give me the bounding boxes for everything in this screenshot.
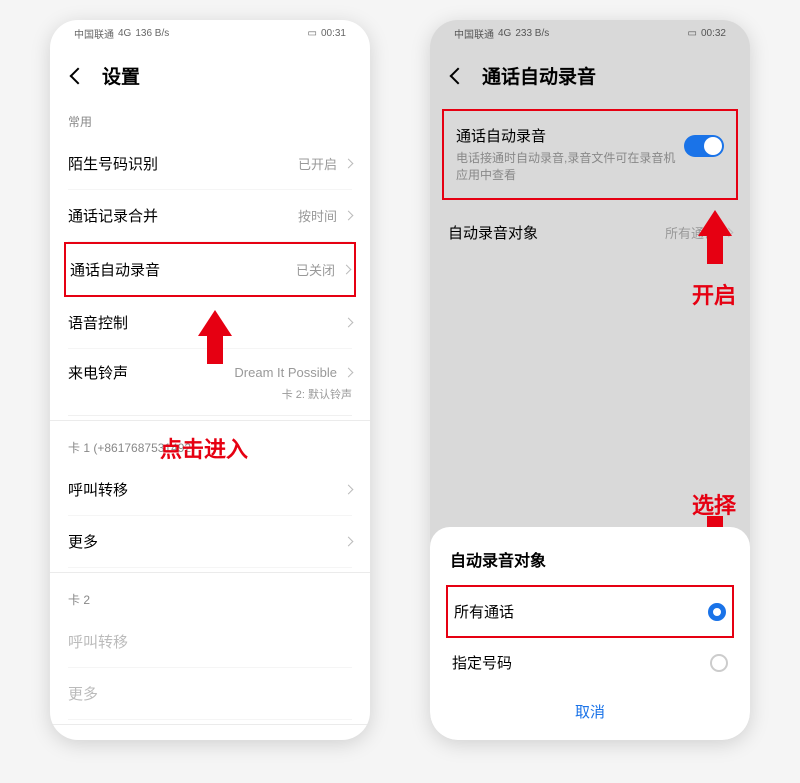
row-value: Dream It Possible	[234, 365, 352, 380]
row-label: 呼叫转移	[68, 479, 128, 500]
carrier: 中国联通	[74, 26, 114, 41]
chevron-right-icon	[344, 485, 354, 495]
clock: 00:31	[321, 28, 346, 39]
highlight-auto-record: 通话自动录音 已关闭	[64, 242, 356, 297]
chevron-right-icon	[344, 318, 354, 328]
highlight-auto-record-toggle: 通话自动录音 电话接通时自动录音,录音文件可在录音机应用中查看	[442, 109, 738, 200]
row-value	[341, 319, 352, 326]
chevron-right-icon	[724, 227, 734, 237]
row-value: 已关闭	[296, 260, 350, 279]
toggle-switch[interactable]	[684, 135, 724, 157]
row-label: 语音控制	[68, 312, 128, 333]
row-sim2-forward: 呼叫转移	[68, 616, 352, 668]
row-auto-record[interactable]: 通话自动录音 已关闭	[70, 244, 350, 295]
row-label: 通话自动录音	[456, 125, 684, 146]
carrier: 中国联通	[454, 26, 494, 41]
back-icon[interactable]	[448, 67, 466, 85]
section-label-other: 其他	[68, 729, 352, 740]
row-value: 所有通话	[665, 223, 732, 242]
row-label: 自动录音对象	[448, 222, 538, 243]
option-specific-number[interactable]: 指定号码	[450, 638, 730, 687]
header: 通话自动录音	[430, 46, 750, 99]
row-label: 通话记录合并	[68, 205, 158, 226]
row-record-target[interactable]: 自动录音对象 所有通话	[442, 210, 738, 255]
chevron-right-icon	[344, 368, 354, 378]
row-value: 已开启	[298, 154, 352, 173]
chevron-right-icon	[344, 159, 354, 169]
row-sub: 卡 2: 默认铃声	[68, 386, 352, 402]
row-label: 来电铃声	[68, 362, 128, 383]
network-icon: 4G	[118, 28, 131, 39]
header: 设置	[50, 46, 370, 99]
row-merge-log[interactable]: 通话记录合并 按时间	[68, 190, 352, 242]
radio-selected-icon	[708, 603, 726, 621]
battery-icon: ▭	[308, 28, 317, 39]
chevron-right-icon	[342, 265, 352, 275]
net-speed: 233 B/s	[515, 28, 549, 39]
annotation-text: 选择	[692, 488, 736, 520]
annotation-text: 开启	[692, 278, 736, 310]
network-icon: 4G	[498, 28, 511, 39]
net-speed: 136 B/s	[135, 28, 169, 39]
clock: 00:32	[701, 28, 726, 39]
right-screenshot: 中国联通 4G 233 B/s ▭ 00:32 通话自动录音 通话自动录音 电话…	[430, 20, 750, 740]
left-screenshot: 中国联通 4G 136 B/s ▭ 00:31 设置 常用 陌生号码识别 已开启…	[50, 20, 370, 740]
sheet-title: 自动录音对象	[450, 547, 730, 571]
chevron-right-icon	[344, 537, 354, 547]
row-sim2-more: 更多	[68, 668, 352, 720]
section-label-sim2: 卡 2	[68, 577, 352, 616]
back-icon[interactable]	[68, 67, 86, 85]
bottom-sheet: 自动录音对象 所有通话 指定号码 取消	[430, 527, 750, 740]
battery-icon: ▭	[688, 28, 697, 39]
option-label: 所有通话	[454, 601, 514, 622]
option-all-calls[interactable]: 所有通话	[452, 587, 728, 636]
radio-unselected-icon	[710, 654, 728, 672]
row-label: 陌生号码识别	[68, 153, 158, 174]
row-label: 通话自动录音	[70, 259, 160, 280]
row-label: 更多	[68, 683, 98, 704]
row-value: 按时间	[298, 206, 352, 225]
section-label-sim1: 卡 1 (+8617687531492)	[68, 425, 352, 464]
page-title: 设置	[102, 62, 140, 89]
row-label: 呼叫转移	[68, 631, 128, 652]
status-bar: 中国联通 4G 233 B/s ▭ 00:32	[430, 20, 750, 46]
row-voice-control[interactable]: 语音控制	[68, 297, 352, 349]
row-unknown-id[interactable]: 陌生号码识别 已开启	[68, 138, 352, 190]
chevron-right-icon	[344, 211, 354, 221]
row-sim1-forward[interactable]: 呼叫转移	[68, 464, 352, 516]
option-label: 指定号码	[452, 652, 512, 673]
status-bar: 中国联通 4G 136 B/s ▭ 00:31	[50, 20, 370, 46]
highlight-option-all: 所有通话	[446, 585, 734, 638]
row-ringtone[interactable]: 来电铃声 Dream It Possible 卡 2: 默认铃声	[68, 349, 352, 416]
section-label-common: 常用	[68, 99, 352, 138]
page-title: 通话自动录音	[482, 62, 596, 89]
cancel-button[interactable]: 取消	[450, 687, 730, 724]
row-sim1-more[interactable]: 更多	[68, 516, 352, 568]
row-auto-record-toggle[interactable]: 通话自动录音 电话接通时自动录音,录音文件可在录音机应用中查看	[450, 113, 730, 196]
row-label: 更多	[68, 531, 98, 552]
row-desc: 电话接通时自动录音,录音文件可在录音机应用中查看	[456, 150, 684, 184]
